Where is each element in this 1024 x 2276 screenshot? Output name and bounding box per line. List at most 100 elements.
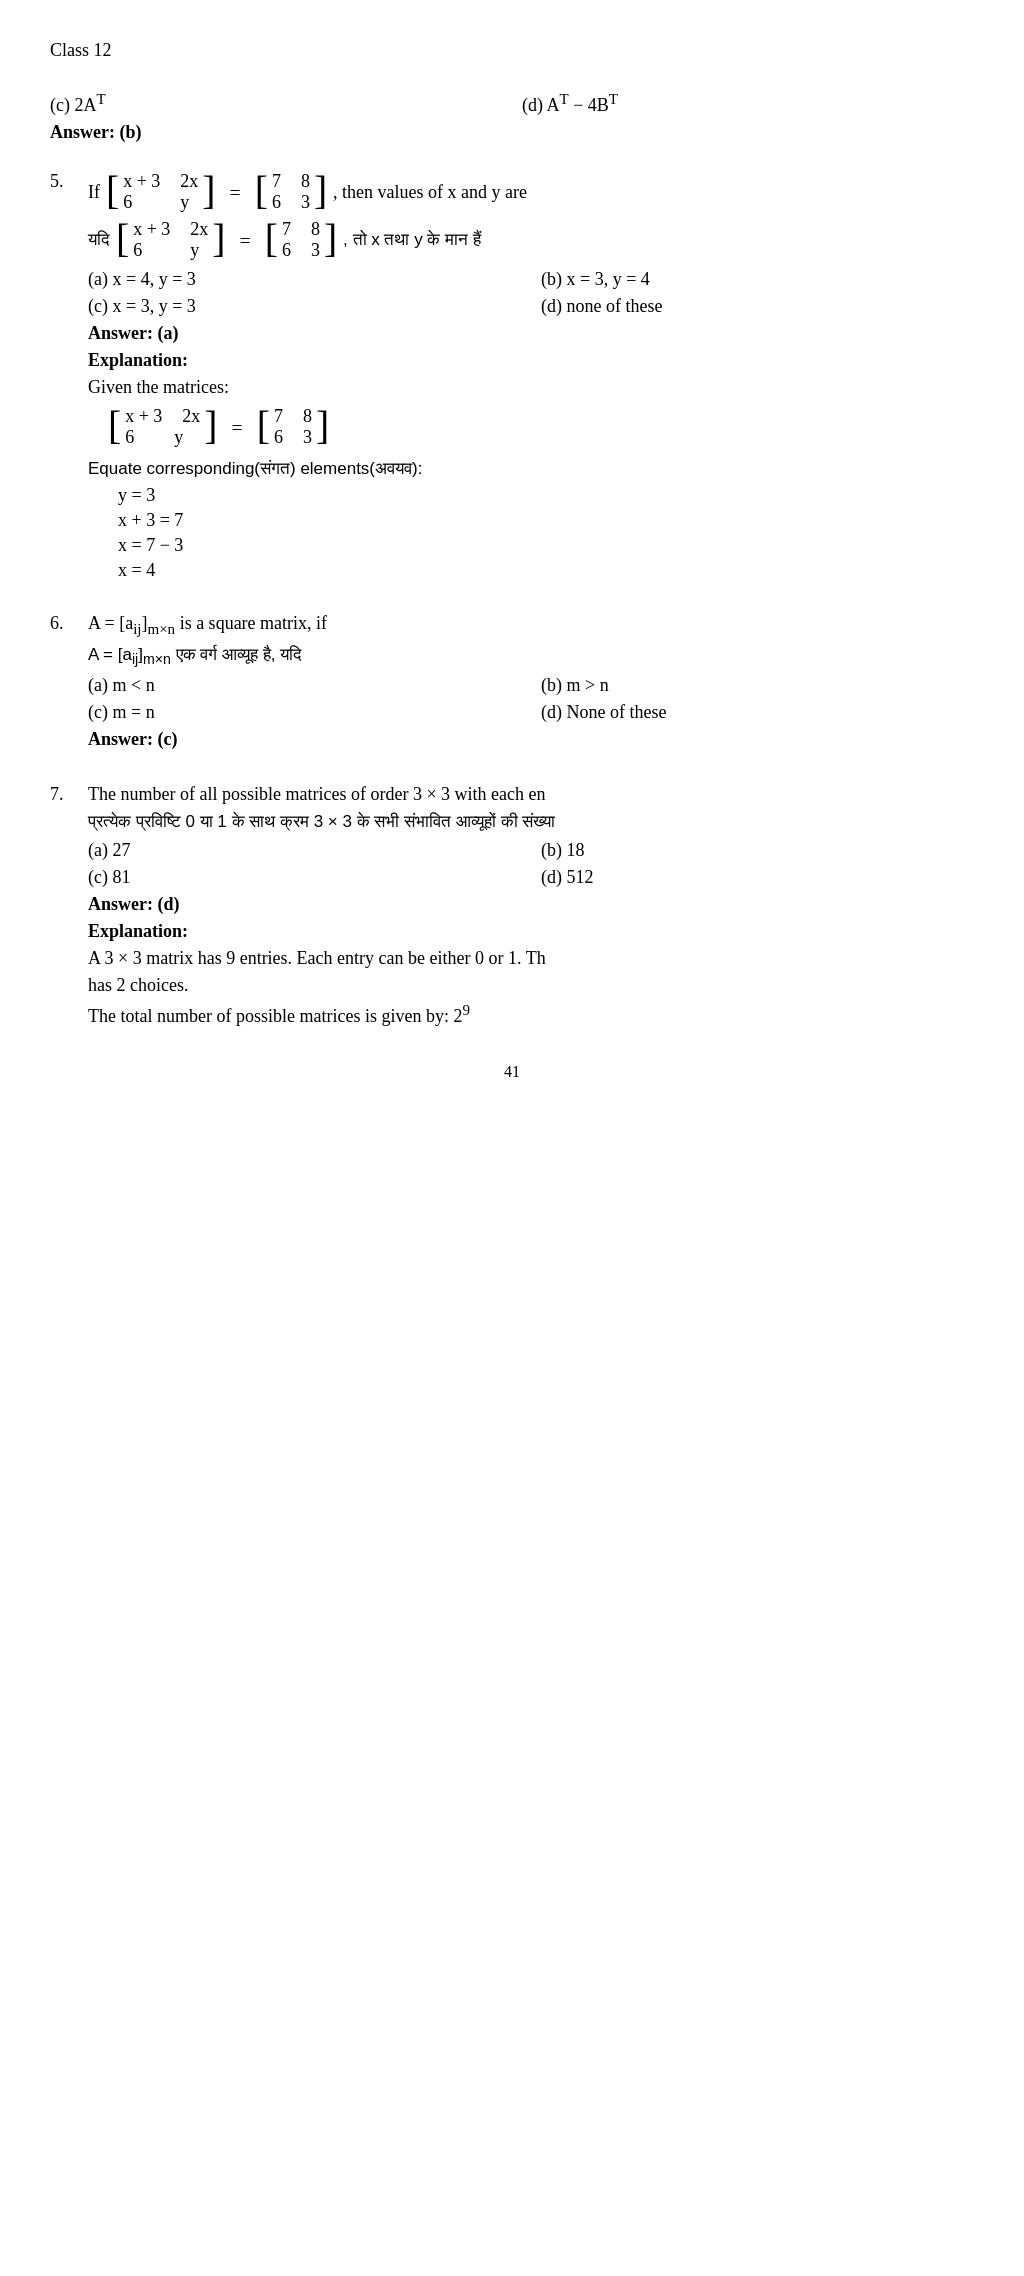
prev-c-sup: T bbox=[96, 91, 105, 107]
q5-exp-eq: = bbox=[232, 416, 243, 439]
q5-step4: x = 4 bbox=[118, 560, 974, 581]
q7-opt-a: (a) 27 bbox=[88, 840, 521, 861]
q5-exp-m2: [ 7 8 6 3 ] bbox=[257, 406, 329, 448]
q5-m1-r1c2: 2x bbox=[180, 171, 198, 192]
q7-options-row1: (a) 27 (b) 18 bbox=[88, 840, 974, 861]
q5-matrix2: [ 7 8 6 3 ] bbox=[255, 171, 327, 213]
prev-answer-label: Answer: bbox=[50, 122, 115, 142]
q6-statement-en: A = [aij]m×n is a square matrix, if bbox=[88, 613, 974, 638]
prev-answer-val: (b) bbox=[120, 122, 142, 142]
q5-if: If bbox=[88, 182, 100, 203]
q5-hm2-r2c1: 6 bbox=[282, 240, 291, 261]
q5-hm2-inner: 7 8 6 3 bbox=[278, 219, 324, 261]
question-6-section: 6. A = [aij]m×n is a square matrix, if A… bbox=[50, 613, 974, 756]
q7-explanation-title: Explanation: bbox=[88, 921, 974, 942]
q6-answer: Answer: (c) bbox=[88, 729, 974, 750]
q6-opt-c: (c) m = n bbox=[88, 702, 521, 723]
q7-answer-label: Answer: bbox=[88, 894, 153, 914]
q5-h-equals: = bbox=[240, 229, 251, 252]
q5-equate: Equate corresponding(संगत) elements(अवयव… bbox=[88, 458, 974, 479]
q6-row: 6. A = [aij]m×n is a square matrix, if A… bbox=[50, 613, 974, 756]
q6-number: 6. bbox=[50, 613, 78, 756]
q5-given: Given the matrices: bbox=[88, 377, 974, 398]
q7-exp-line1: A 3 × 3 matrix has 9 entries. Each entry… bbox=[88, 948, 974, 969]
q7-exp-sup: 9 bbox=[462, 1002, 470, 1018]
prev-opt-d: (d) AT − 4BT bbox=[522, 91, 974, 116]
q5-m2-r2: 6 3 bbox=[272, 192, 310, 213]
q5-exp-m1-r1c2: 2x bbox=[182, 406, 200, 427]
q5-equate-text: Equate corresponding(संगत) elements(अवयव… bbox=[88, 459, 422, 478]
q5-explanation-title: Explanation: bbox=[88, 350, 974, 371]
q5-statement-en: If [ x + 3 2x 6 y ] bbox=[88, 171, 974, 213]
q5-answer-val: (a) bbox=[158, 323, 179, 343]
q5-step2: x + 3 = 7 bbox=[118, 510, 974, 531]
q5-m2-r2c2: 3 bbox=[301, 192, 310, 213]
q5-m1-right-bracket: ] bbox=[202, 172, 215, 212]
q5-m1-left-bracket: [ bbox=[106, 172, 119, 212]
q7-opt-c: (c) 81 bbox=[88, 867, 521, 888]
q5-equals: = bbox=[230, 181, 241, 204]
q5-hm2-rb: ] bbox=[324, 220, 337, 260]
q7-statement-en: The number of all possible matrices of o… bbox=[88, 784, 974, 805]
page-number: 41 bbox=[50, 1063, 974, 1081]
q5-number: 5. bbox=[50, 171, 78, 585]
q5-exp-m2-r1c2: 8 bbox=[303, 406, 312, 427]
q5-hm1-lb: [ bbox=[116, 220, 129, 260]
prev-opt-c: (c) 2AT bbox=[50, 91, 502, 116]
q5-hm2-r1: 7 8 bbox=[282, 219, 320, 240]
q5-exp-matrix-eq: [ x + 3 2x 6 y ] = [ bbox=[108, 406, 974, 448]
q7-hindi-text: प्रत्येक प्रविष्टि 0 या 1 के साथ क्रम 3 … bbox=[88, 812, 555, 831]
q5-exp-m2-rb: ] bbox=[316, 407, 329, 447]
q5-options-row1: (a) x = 4, y = 3 (b) x = 3, y = 4 bbox=[88, 269, 974, 290]
q6-sub1: ij bbox=[133, 621, 141, 637]
q5-m2-r1c1: 7 bbox=[272, 171, 281, 192]
q5-m2-r2c1: 6 bbox=[272, 192, 281, 213]
q5-exp-m1-r2c2: y bbox=[174, 427, 183, 448]
q5-exp-m2-r2c2: 3 bbox=[303, 427, 312, 448]
prev-answer: Answer: (b) bbox=[50, 122, 974, 143]
q5-m1-r2c2: y bbox=[180, 192, 189, 213]
q6-content: A = [aij]m×n is a square matrix, if A = … bbox=[88, 613, 974, 756]
q5-opt-d: (d) none of these bbox=[541, 296, 974, 317]
q7-exp-line3-text: The total number of possible matrices is… bbox=[88, 1006, 462, 1026]
q7-row: 7. The number of all possible matrices o… bbox=[50, 784, 974, 1033]
q5-exp-m2-r1c1: 7 bbox=[274, 406, 283, 427]
q5-exp-m1-r1: x + 3 2x bbox=[125, 406, 200, 427]
q7-answer: Answer: (d) bbox=[88, 894, 974, 915]
q5-matrix1: [ x + 3 2x 6 y ] bbox=[106, 171, 216, 213]
q5-m1-r1c1: x + 3 bbox=[123, 171, 160, 192]
q6-h-sub1: ij bbox=[132, 651, 138, 667]
q5-exp-m1-r1c1: x + 3 bbox=[125, 406, 162, 427]
prev-d-sup1: T bbox=[560, 91, 569, 107]
q5-suffix: , then values of x and y are bbox=[333, 182, 527, 203]
q6-answer-val: (c) bbox=[158, 729, 178, 749]
q5-hm2-lb: [ bbox=[265, 220, 278, 260]
q5-hm1-r1c1: x + 3 bbox=[133, 219, 170, 240]
q5-h-matrix2: [ 7 8 6 3 ] bbox=[265, 219, 337, 261]
q6-hindi-text: A = [aij]m×n एक वर्ग आव्यूह है, यदि bbox=[88, 645, 302, 664]
q5-hindi-if: यदि bbox=[88, 230, 110, 250]
q5-hm1-inner: x + 3 2x 6 y bbox=[129, 219, 212, 261]
q5-exp-m1-inner: x + 3 2x 6 y bbox=[121, 406, 204, 448]
q6-options-row1: (a) m < n (b) m > n bbox=[88, 675, 974, 696]
q5-m2-r1: 7 8 bbox=[272, 171, 310, 192]
q6-h-sub2: m×n bbox=[143, 651, 171, 667]
q5-exp-m1-lb: [ bbox=[108, 407, 121, 447]
q7-options-row2: (c) 81 (d) 512 bbox=[88, 867, 974, 888]
question-7-section: 7. The number of all possible matrices o… bbox=[50, 784, 974, 1033]
q5-statement-hi: यदि [ x + 3 2x 6 y ] bbox=[88, 219, 974, 261]
q5-m1-r2c1: 6 bbox=[123, 192, 132, 213]
q5-hindi-suffix: , तो x तथा y के मान हैं bbox=[343, 230, 481, 250]
q5-opt-b: (b) x = 3, y = 4 bbox=[541, 269, 974, 290]
q5-content: If [ x + 3 2x 6 y ] bbox=[88, 171, 974, 585]
q5-hm1-r2: 6 y bbox=[133, 240, 208, 261]
q6-opt-b: (b) m > n bbox=[541, 675, 974, 696]
q5-options-row2: (c) x = 3, y = 3 (d) none of these bbox=[88, 296, 974, 317]
q5-m1-r2: 6 y bbox=[123, 192, 198, 213]
q5-exp-m2-r2: 6 3 bbox=[274, 427, 312, 448]
q7-opt-b: (b) 18 bbox=[541, 840, 974, 861]
q5-answer: Answer: (a) bbox=[88, 323, 974, 344]
q5-exp-m2-inner: 7 8 6 3 bbox=[270, 406, 316, 448]
q5-m1-inner: x + 3 2x 6 y bbox=[119, 171, 202, 213]
prev-d-sup2: T bbox=[609, 91, 618, 107]
